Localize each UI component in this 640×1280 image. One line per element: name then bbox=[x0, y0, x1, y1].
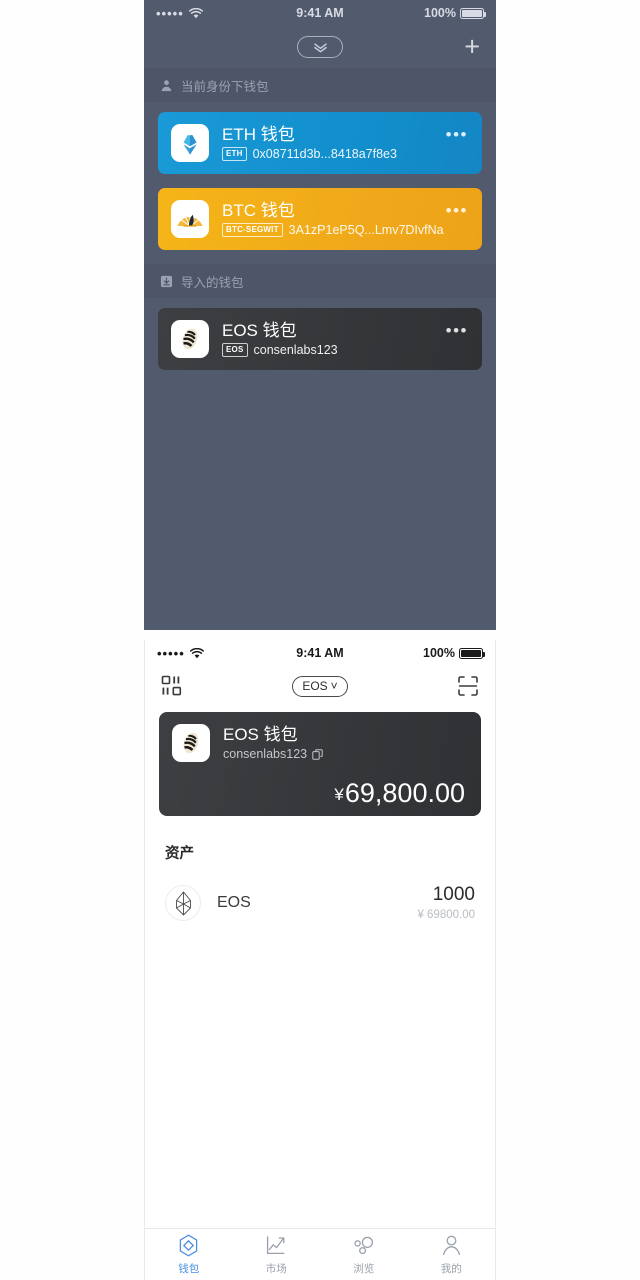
imported-wallets-list: EOS 钱包 EOS consenlabs123 ••• bbox=[144, 298, 496, 370]
status-bar-right: 100% bbox=[375, 646, 486, 660]
asset-fiat-value: ¥ 69800.00 bbox=[417, 908, 475, 921]
status-bar-left: ••••• bbox=[156, 7, 264, 20]
screen-wallet-detail: ••••• 9:41 AM 100% EOS ˅ EOS 钱包 consenla… bbox=[144, 640, 496, 1280]
market-chart-icon bbox=[266, 1236, 285, 1255]
chevron-down-icon: ˅ bbox=[330, 679, 338, 693]
copy-icon[interactable] bbox=[312, 748, 323, 760]
person-icon bbox=[161, 79, 172, 91]
section-header-imported-wallets: 导入的钱包 bbox=[144, 264, 496, 298]
signal-dots-icon: ••••• bbox=[156, 5, 184, 21]
wallet-more-button[interactable]: ••• bbox=[446, 126, 468, 143]
wallet-name: EOS 钱包 bbox=[222, 320, 297, 340]
wallet-name: ETH 钱包 bbox=[222, 124, 295, 144]
wallet-address: 3A1zP1eP5Q...Lmv7DIvfNa bbox=[288, 223, 444, 238]
wallet-name: EOS 钱包 bbox=[223, 724, 298, 744]
profile-person-icon bbox=[442, 1235, 460, 1256]
tab-label: 我的 bbox=[440, 1263, 462, 1275]
wifi-icon bbox=[188, 7, 203, 18]
btc-wallet-icon bbox=[171, 200, 209, 238]
tab-browse[interactable]: 浏览 bbox=[320, 1229, 408, 1280]
balance-card[interactable]: EOS 钱包 consenlabs123 ¥69,800.00 bbox=[159, 712, 481, 816]
eos-token-icon bbox=[165, 885, 201, 921]
chain-badge: BTC-SEGWIT bbox=[222, 223, 283, 238]
wallet-name: BTC 钱包 bbox=[222, 200, 295, 220]
tab-label: 浏览 bbox=[353, 1263, 375, 1275]
chain-selector-button[interactable]: EOS ˅ bbox=[292, 675, 348, 697]
signal-dots-icon: ••••• bbox=[157, 645, 185, 661]
status-bar-time: 9:41 AM bbox=[296, 646, 344, 660]
collapse-wallets-button[interactable] bbox=[297, 36, 343, 58]
wallet-subline: ETH 0x08711d3b...8418a7f8e3 bbox=[222, 147, 397, 162]
wallet-diamond-icon bbox=[180, 1234, 198, 1257]
battery-icon bbox=[458, 647, 486, 659]
add-wallet-button[interactable]: + bbox=[464, 33, 480, 61]
browse-bubbles-icon bbox=[354, 1236, 374, 1255]
scan-icon[interactable] bbox=[457, 675, 479, 697]
balance-amount: ¥69,800.00 bbox=[334, 780, 465, 807]
page-root: ••••• 9:41 AM 100% + 当前身份下钱包 ETH 钱包 ETH … bbox=[0, 0, 640, 1280]
wallet-list-navbar: + bbox=[144, 26, 496, 68]
asset-quantity: 1000 bbox=[432, 884, 475, 906]
status-bar-right: 100% bbox=[376, 6, 487, 20]
wallet-account-row: consenlabs123 bbox=[223, 747, 323, 761]
tab-label: 钱包 bbox=[178, 1263, 200, 1275]
chevron-double-down-icon bbox=[313, 43, 327, 53]
status-bar-time: 9:41 AM bbox=[296, 6, 344, 20]
tab-label: 市场 bbox=[265, 1263, 287, 1275]
chain-badge: ETH bbox=[222, 147, 247, 162]
tab-wallet[interactable]: 钱包 bbox=[145, 1229, 233, 1280]
eth-wallet-icon bbox=[171, 124, 209, 162]
status-bar: ••••• 9:41 AM 100% bbox=[144, 0, 496, 26]
wallet-card-eos-text: EOS 钱包 EOS consenlabs123 bbox=[222, 321, 338, 358]
battery-icon bbox=[459, 7, 487, 19]
balance-value: 69,800.00 bbox=[344, 778, 465, 808]
status-bar: ••••• 9:41 AM 100% bbox=[145, 640, 495, 666]
wallet-more-button[interactable]: ••• bbox=[446, 322, 468, 339]
wallet-card-eth[interactable]: ETH 钱包 ETH 0x08711d3b...8418a7f8e3 ••• bbox=[158, 112, 482, 174]
section-title: 导入的钱包 bbox=[181, 275, 244, 290]
chain-selector-label: EOS bbox=[302, 679, 328, 693]
tab-profile[interactable]: 我的 bbox=[408, 1229, 496, 1280]
balance-card-text: EOS 钱包 consenlabs123 bbox=[223, 724, 323, 761]
battery-percent-label: 100% bbox=[423, 646, 455, 660]
download-icon bbox=[160, 275, 173, 287]
balance-card-header: EOS 钱包 consenlabs123 bbox=[172, 724, 465, 762]
grid-menu-icon[interactable] bbox=[161, 675, 183, 697]
screen-wallet-list: ••••• 9:41 AM 100% + 当前身份下钱包 ETH 钱包 ETH … bbox=[144, 0, 496, 630]
eos-wallet-icon bbox=[171, 320, 209, 358]
bottom-tab-bar: 钱包 市场 浏览 我的 bbox=[145, 1228, 495, 1280]
wallet-subline: BTC-SEGWIT 3A1zP1eP5Q...Lmv7DIvfNa bbox=[222, 223, 444, 238]
battery-percent-label: 100% bbox=[424, 6, 456, 20]
chain-badge: EOS bbox=[222, 343, 248, 358]
wallet-card-btc[interactable]: BTC 钱包 BTC-SEGWIT 3A1zP1eP5Q...Lmv7DIvfN… bbox=[158, 188, 482, 250]
asset-row-eos[interactable]: EOS 1000 ¥ 69800.00 bbox=[145, 863, 495, 921]
eos-wallet-icon bbox=[172, 724, 210, 762]
tab-market[interactable]: 市场 bbox=[233, 1229, 321, 1280]
wallet-card-eos[interactable]: EOS 钱包 EOS consenlabs123 ••• bbox=[158, 308, 482, 370]
wallet-address: consenlabs123 bbox=[253, 343, 338, 358]
asset-values: 1000 ¥ 69800.00 bbox=[417, 884, 475, 921]
wallet-account: consenlabs123 bbox=[223, 747, 308, 762]
status-bar-left: ••••• bbox=[157, 647, 265, 660]
currency-symbol: ¥ bbox=[334, 785, 344, 804]
wallet-card-btc-text: BTC 钱包 BTC-SEGWIT 3A1zP1eP5Q...Lmv7DIvfN… bbox=[222, 201, 444, 238]
section-header-identity-wallets: 当前身份下钱包 bbox=[144, 68, 496, 102]
wallet-address: 0x08711d3b...8418a7f8e3 bbox=[252, 147, 397, 162]
asset-symbol: EOS bbox=[217, 894, 251, 911]
wallet-card-eth-text: ETH 钱包 ETH 0x08711d3b...8418a7f8e3 bbox=[222, 125, 397, 162]
section-title: 当前身份下钱包 bbox=[181, 79, 269, 94]
identity-wallets-list: ETH 钱包 ETH 0x08711d3b...8418a7f8e3 ••• B… bbox=[144, 102, 496, 250]
wallet-detail-navbar: EOS ˅ bbox=[145, 666, 495, 706]
wallet-more-button[interactable]: ••• bbox=[446, 202, 468, 219]
wifi-icon bbox=[189, 647, 204, 658]
wallet-subline: EOS consenlabs123 bbox=[222, 343, 338, 358]
assets-section-title: 资产 bbox=[165, 846, 194, 862]
